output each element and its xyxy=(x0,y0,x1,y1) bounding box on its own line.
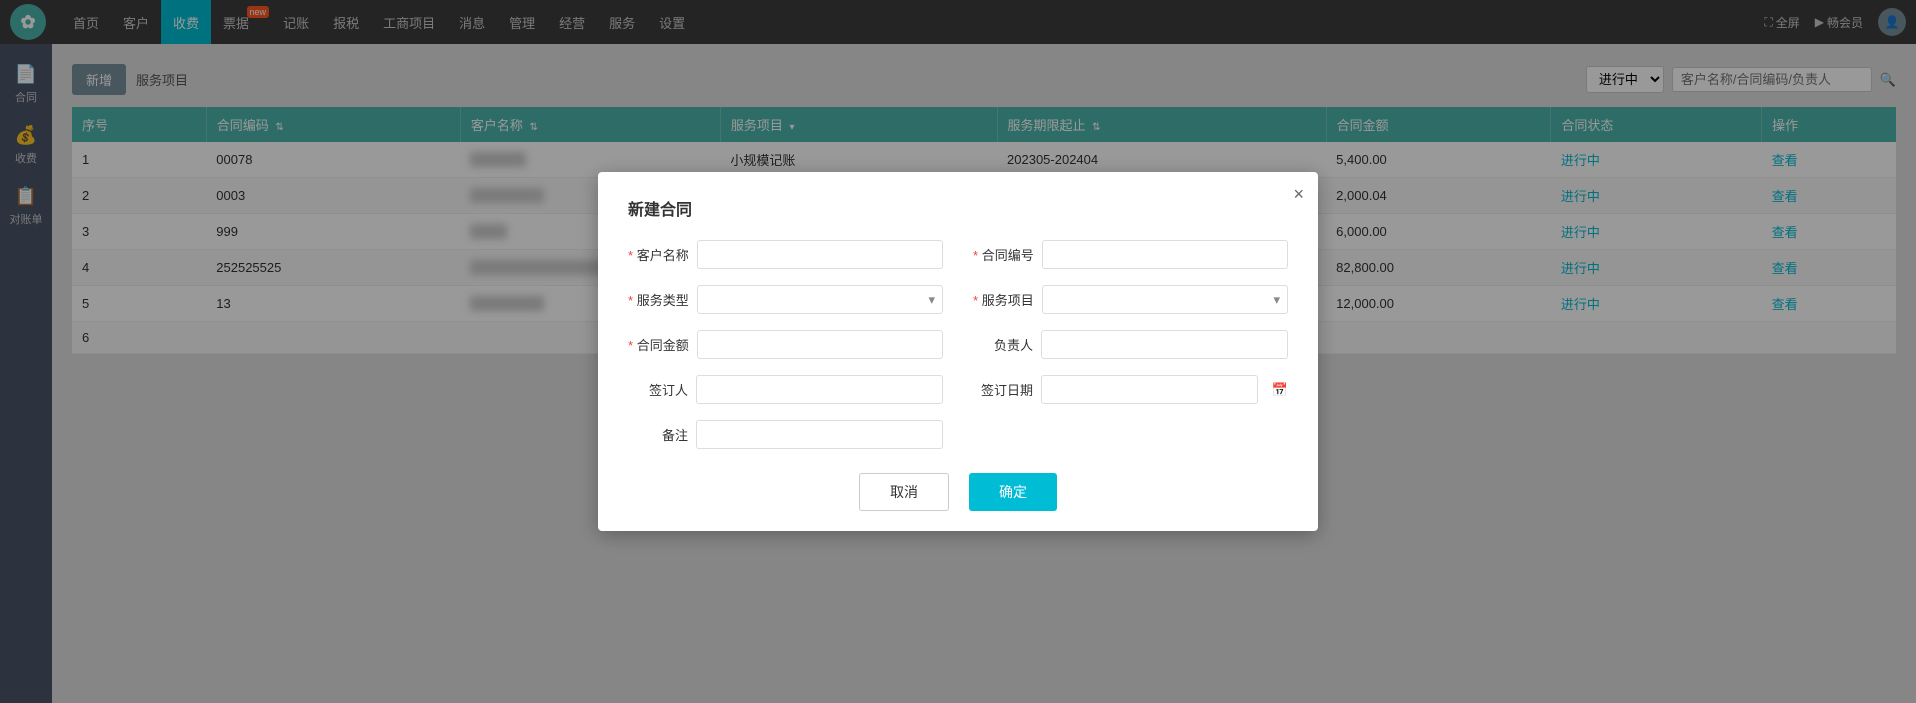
modal-title: 新建合同 xyxy=(628,196,1288,220)
contract-no-label: * 合同编号 xyxy=(973,245,1034,264)
modal-footer: 取消 确定 xyxy=(628,473,1288,511)
cancel-button[interactable]: 取消 xyxy=(859,473,949,511)
field-service-type: * 服务类型 ▾ xyxy=(628,285,943,314)
form-row-4: 签订人 签订日期 2023-06-06 📅 xyxy=(628,375,1288,404)
amount-label: * 合同金额 xyxy=(628,335,689,354)
responsible-input[interactable] xyxy=(1041,330,1288,359)
required-star-3: * xyxy=(628,293,633,308)
service-item-label: * 服务项目 xyxy=(973,290,1034,309)
field-remark: 备注 xyxy=(628,420,943,449)
calendar-icon[interactable]: 📅 xyxy=(1272,382,1288,398)
required-star-2: * xyxy=(973,248,978,263)
form-row-2: * 服务类型 ▾ * 服务项目 xyxy=(628,285,1288,314)
customer-name-label: * 客户名称 xyxy=(628,245,689,264)
new-contract-modal: × 新建合同 * 客户名称 * 合同编号 xyxy=(598,172,1318,531)
signer-label: 签订人 xyxy=(628,380,688,399)
field-sign-date: 签订日期 2023-06-06 📅 xyxy=(973,375,1288,404)
form-row-1: * 客户名称 * 合同编号 xyxy=(628,240,1288,269)
form-row-3: * 合同金额 0.00 负责人 xyxy=(628,330,1288,359)
service-item-select-wrap: ▾ xyxy=(1042,285,1288,314)
form-row-5: 备注 xyxy=(628,420,1288,449)
customer-name-input[interactable] xyxy=(697,240,943,269)
amount-input[interactable]: 0.00 xyxy=(697,330,943,359)
responsible-label: 负责人 xyxy=(973,335,1033,354)
signer-input[interactable] xyxy=(696,375,943,404)
remark-label: 备注 xyxy=(628,425,688,444)
service-type-label: * 服务类型 xyxy=(628,290,689,309)
confirm-button[interactable]: 确定 xyxy=(969,473,1057,511)
field-contract-no: * 合同编号 xyxy=(973,240,1288,269)
sign-date-label: 签订日期 xyxy=(973,380,1033,399)
required-star-5: * xyxy=(628,338,633,353)
modal-overlay: × 新建合同 * 客户名称 * 合同编号 xyxy=(0,0,1916,703)
service-type-select-wrap: ▾ xyxy=(697,285,943,314)
field-amount: * 合同金额 0.00 xyxy=(628,330,943,359)
field-customer-name: * 客户名称 xyxy=(628,240,943,269)
sign-date-input[interactable]: 2023-06-06 xyxy=(1041,375,1258,404)
field-service-item: * 服务项目 ▾ xyxy=(973,285,1288,314)
contract-no-input[interactable] xyxy=(1042,240,1288,269)
modal-close-button[interactable]: × xyxy=(1293,184,1304,205)
remark-input[interactable] xyxy=(696,420,943,449)
service-item-select[interactable] xyxy=(1042,285,1288,314)
field-signer: 签订人 xyxy=(628,375,943,404)
required-star-4: * xyxy=(973,293,978,308)
field-responsible: 负责人 xyxy=(973,330,1288,359)
required-star: * xyxy=(628,248,633,263)
service-type-select[interactable] xyxy=(697,285,943,314)
